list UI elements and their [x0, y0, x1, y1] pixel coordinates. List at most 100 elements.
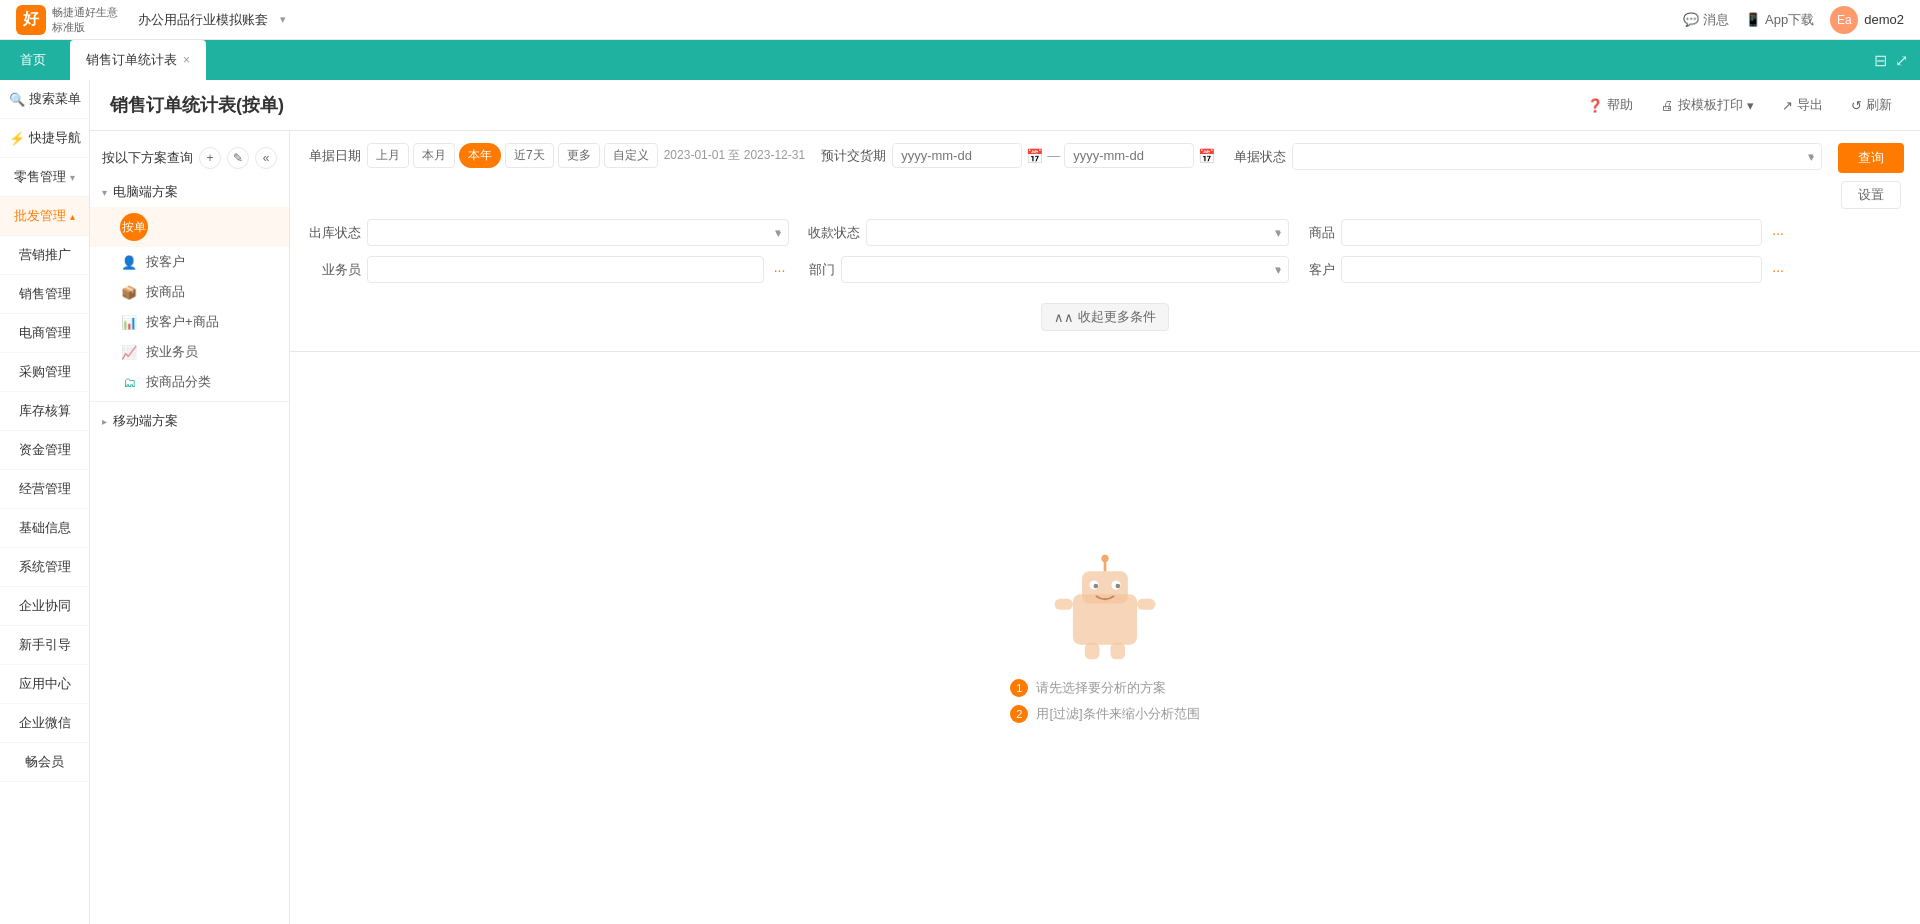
- empty-illustration: [1050, 553, 1160, 663]
- scheme-item-customer[interactable]: 👤 按客户: [90, 247, 289, 277]
- sidebar-item-quick-nav[interactable]: ⚡ 快捷导航: [0, 119, 89, 158]
- quick-nav-icon: ⚡: [9, 131, 25, 146]
- sidebar-item-system[interactable]: 系统管理: [0, 548, 89, 587]
- tip-num-2: 2: [1010, 705, 1028, 723]
- svg-point-7: [1101, 555, 1108, 562]
- message-icon: 💬: [1683, 12, 1699, 27]
- customer-more-icon[interactable]: ···: [1768, 262, 1788, 278]
- payment-status-select[interactable]: [866, 219, 1288, 246]
- tab-minimize-icon[interactable]: ⊟: [1874, 51, 1887, 70]
- sidebar-item-retail[interactable]: 零售管理 ▾: [0, 158, 89, 197]
- sidebar-label-purchase: 采购管理: [19, 363, 71, 381]
- empty-tip-1: 1 请先选择要分析的方案: [1010, 679, 1199, 697]
- search-icon: 🔍: [9, 92, 25, 107]
- right-content: 单据日期 上月 本月 本年 近7天 更多 自定义 2023-01-01 至 20…: [290, 131, 1920, 924]
- filter-area: 单据日期 上月 本月 本年 近7天 更多 自定义 2023-01-01 至 20…: [290, 131, 1920, 352]
- cal-start-icon[interactable]: 📅: [1026, 148, 1043, 164]
- doc-status-label: 单据状态: [1231, 148, 1286, 166]
- top-bar-right: 💬 消息 📱 App下载 Ea demo2: [1683, 6, 1904, 34]
- cal-end-icon[interactable]: 📅: [1198, 148, 1215, 164]
- scheme-group-mobile-title[interactable]: ▸ 移动端方案: [90, 406, 289, 436]
- sidebar-item-corp-collab[interactable]: 企业协同: [0, 587, 89, 626]
- sidebar-label-sales: 销售管理: [19, 285, 71, 303]
- collapse-button[interactable]: ∧∧ 收起更多条件: [1041, 303, 1169, 331]
- retail-arrow-icon: ▾: [70, 172, 75, 183]
- date-btn-custom[interactable]: 自定义: [604, 143, 658, 168]
- delivery-status-label: 出库状态: [306, 224, 361, 242]
- date-buttons-group: 上月 本月 本年 近7天 更多 自定义: [367, 143, 658, 168]
- scheme-panel-tools: + ✎ «: [199, 147, 277, 169]
- delivery-status-select[interactable]: [367, 219, 789, 246]
- user-name: demo2: [1864, 12, 1904, 27]
- doc-status-select[interactable]: [1292, 143, 1822, 170]
- dept-wrap: ▾: [841, 256, 1288, 283]
- sidebar-item-operation[interactable]: 经营管理: [0, 470, 89, 509]
- customer-label: 客户: [1305, 261, 1335, 279]
- sidebar-label-newbie: 新手引导: [19, 636, 71, 654]
- help-button[interactable]: ❓ 帮助: [1579, 92, 1641, 118]
- sidebar-item-wholesale[interactable]: 批发管理 ▴: [0, 197, 89, 236]
- date-btn-thismonth[interactable]: 本月: [413, 143, 455, 168]
- sidebar-item-ecommerce[interactable]: 电商管理: [0, 314, 89, 353]
- system-dropdown-arrow[interactable]: ▾: [280, 13, 286, 26]
- sidebar-item-basic[interactable]: 基础信息: [0, 509, 89, 548]
- salesman-more-icon[interactable]: ···: [770, 262, 790, 278]
- tab-maximize-icon[interactable]: ⤢: [1895, 51, 1908, 70]
- sidebar-item-member[interactable]: 畅会员: [0, 743, 89, 782]
- tab-home[interactable]: 首页: [0, 40, 66, 80]
- sidebar-item-app-center[interactable]: 应用中心: [0, 665, 89, 704]
- sidebar: 🔍 搜索菜单 ⚡ 快捷导航 零售管理 ▾ 批发管理 ▴ 营销推广 销售管理 电商…: [0, 80, 90, 924]
- sidebar-item-sales[interactable]: 销售管理: [0, 275, 89, 314]
- salesman-input[interactable]: [367, 256, 764, 283]
- sidebar-item-search[interactable]: 🔍 搜索菜单: [0, 80, 89, 119]
- scheme-item-category[interactable]: 🗂 按商品分类: [90, 367, 289, 397]
- goods-input[interactable]: [1341, 219, 1763, 246]
- date-btn-lastmonth[interactable]: 上月: [367, 143, 409, 168]
- print-button[interactable]: 🖨 按模板打印 ▾: [1653, 92, 1762, 118]
- sidebar-label-search: 搜索菜单: [29, 90, 81, 108]
- export-icon: ↗: [1782, 98, 1793, 113]
- scheme-item-salesman[interactable]: 📈 按业务员: [90, 337, 289, 367]
- sidebar-item-corp-wechat[interactable]: 企业微信: [0, 704, 89, 743]
- date-btn-7days[interactable]: 近7天: [505, 143, 554, 168]
- tab-bar-right: ⊟ ⤢: [1874, 51, 1920, 70]
- scheme-item-product[interactable]: 📦 按商品: [90, 277, 289, 307]
- scheme-item-order[interactable]: 按单: [90, 207, 289, 247]
- scheme-group-pc-title[interactable]: ▾ 电脑端方案: [90, 177, 289, 207]
- sidebar-label-corp-wechat: 企业微信: [19, 714, 71, 732]
- sidebar-label-operation: 经营管理: [19, 480, 71, 498]
- sidebar-item-finance[interactable]: 资金管理: [0, 431, 89, 470]
- tab-close-icon[interactable]: ×: [183, 53, 190, 67]
- page-header: 销售订单统计表(按单) ❓ 帮助 🖨 按模板打印 ▾ ↗ 导出 ↺ 刷新: [90, 80, 1920, 131]
- expected-date-start[interactable]: [892, 143, 1022, 168]
- scheme-order-icon: 按单: [120, 213, 148, 241]
- date-btn-thisyear[interactable]: 本年: [459, 143, 501, 168]
- sidebar-item-purchase[interactable]: 采购管理: [0, 353, 89, 392]
- scheme-item-cust-prod[interactable]: 📊 按客户+商品: [90, 307, 289, 337]
- customer-input[interactable]: [1341, 256, 1763, 283]
- sidebar-label-basic: 基础信息: [19, 519, 71, 537]
- sidebar-label-member: 畅会员: [25, 753, 64, 771]
- scheme-collapse-button[interactable]: «: [255, 147, 277, 169]
- refresh-button[interactable]: ↺ 刷新: [1843, 92, 1900, 118]
- app-download-button[interactable]: 📱 App下载: [1745, 11, 1814, 29]
- date-btn-more[interactable]: 更多: [558, 143, 600, 168]
- salesman-label: 业务员: [306, 261, 361, 279]
- collapse-icon: ∧∧: [1054, 310, 1074, 325]
- export-button[interactable]: ↗ 导出: [1774, 92, 1831, 118]
- tab-active[interactable]: 销售订单统计表 ×: [70, 40, 206, 80]
- message-button[interactable]: 💬 消息: [1683, 11, 1729, 29]
- dept-select[interactable]: [841, 256, 1288, 283]
- setting-button[interactable]: 设置: [1841, 181, 1901, 209]
- scheme-add-button[interactable]: +: [199, 147, 221, 169]
- sidebar-item-marketing[interactable]: 营销推广: [0, 236, 89, 275]
- tab-bar: 首页 销售订单统计表 × ⊟ ⤢: [0, 40, 1920, 80]
- sidebar-item-inventory[interactable]: 库存核算: [0, 392, 89, 431]
- user-area[interactable]: Ea demo2: [1830, 6, 1904, 34]
- sidebar-item-newbie[interactable]: 新手引导: [0, 626, 89, 665]
- expected-date-end[interactable]: [1064, 143, 1194, 168]
- scheme-edit-button[interactable]: ✎: [227, 147, 249, 169]
- print-icon: 🖨: [1661, 98, 1674, 113]
- query-button[interactable]: 查询: [1838, 143, 1904, 173]
- goods-more-icon[interactable]: ···: [1768, 225, 1788, 241]
